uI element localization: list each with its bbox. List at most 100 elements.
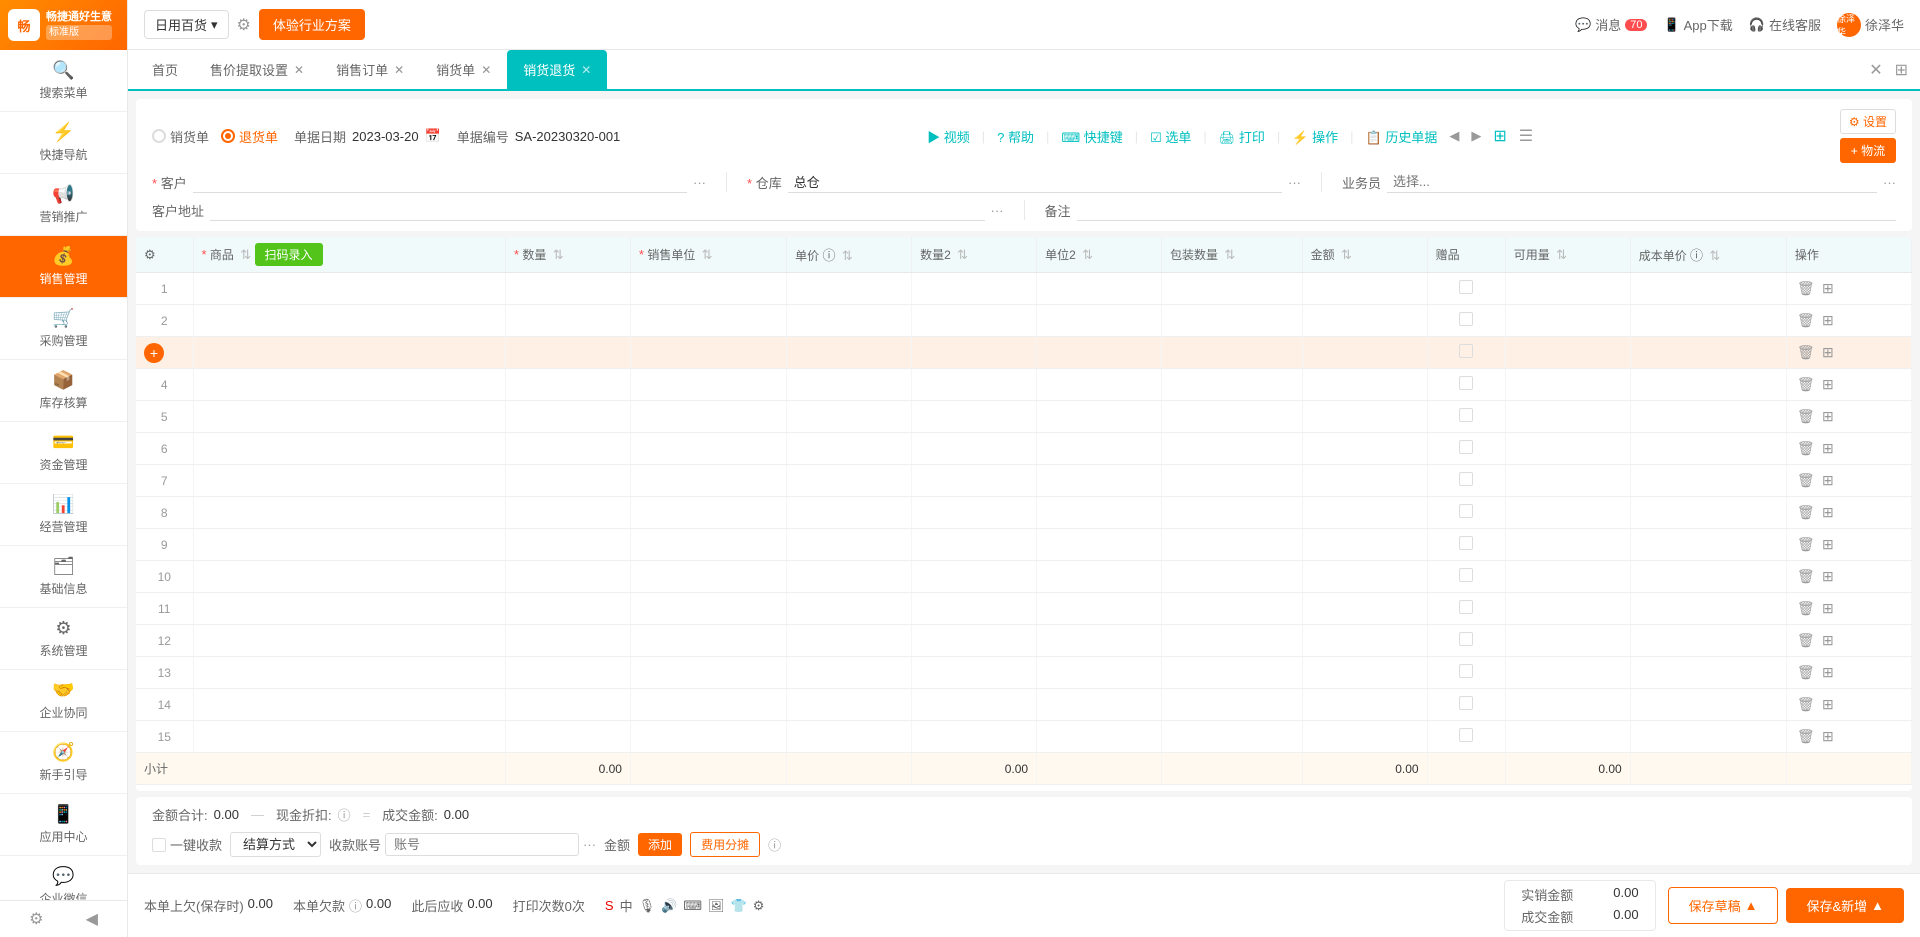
cost-cell-14[interactable] [1630, 689, 1786, 721]
pack-cell-2[interactable] [1162, 305, 1303, 337]
price-cell-7[interactable] [787, 465, 912, 497]
avail-cell-10[interactable] [1505, 561, 1630, 593]
gift-cell-15[interactable] [1427, 721, 1505, 753]
tab-price-setting[interactable]: 售价提取设置✕ [194, 50, 320, 91]
avail-cell-4[interactable] [1505, 369, 1630, 401]
topbar-gear-icon[interactable]: ⚙ [237, 15, 251, 35]
qty2-cell-5[interactable] [912, 401, 1037, 433]
amount-cell-15[interactable] [1302, 721, 1427, 753]
price-cell-5[interactable] [787, 401, 912, 433]
unit-cell-10[interactable] [630, 561, 786, 593]
price-cell-2[interactable] [787, 305, 912, 337]
avail-cell-15[interactable] [1505, 721, 1630, 753]
unit-cell-8[interactable] [630, 497, 786, 529]
copy-row-5[interactable]: ⊞ [1820, 406, 1836, 427]
sidebar-item-sales[interactable]: 💰销售管理 [0, 236, 127, 298]
product-cell-4[interactable] [193, 369, 505, 401]
unit2-cell-11[interactable] [1037, 593, 1162, 625]
price-cell-6[interactable] [787, 433, 912, 465]
qty-cell-7[interactable] [505, 465, 630, 497]
messages-button[interactable]: 💬 消息 70 [1575, 15, 1647, 34]
sidebar-settings-icon[interactable]: ⚙ [29, 909, 43, 929]
shirt-icon[interactable]: 👕 [731, 898, 747, 914]
cost-cell-15[interactable] [1630, 721, 1786, 753]
unit2-cell-2[interactable] [1037, 305, 1162, 337]
copy-row-13[interactable]: ⊞ [1820, 662, 1836, 683]
settings-button[interactable]: ⚙ 设置 [1840, 109, 1896, 134]
gift-cell-13[interactable] [1427, 657, 1505, 689]
product-cell-7[interactable] [193, 465, 505, 497]
avail-cell-13[interactable] [1505, 657, 1630, 689]
amount-cell-4[interactable] [1302, 369, 1427, 401]
sales-return-radio[interactable]: 退货单 [221, 127, 278, 146]
product-cell-3[interactable] [193, 337, 505, 369]
sidebar-item-business[interactable]: 📊经营管理 [0, 484, 127, 546]
video-action[interactable]: ▶ 视频 [927, 127, 970, 146]
keyboard-icon[interactable]: ⌨ [683, 898, 702, 914]
pack-cell-14[interactable] [1162, 689, 1303, 721]
avail-cell-3[interactable] [1505, 337, 1630, 369]
qty-cell-11[interactable] [505, 593, 630, 625]
qty-cell-4[interactable] [505, 369, 630, 401]
delete-row-4[interactable]: 🗑 [1795, 374, 1817, 395]
unit2-cell-4[interactable] [1037, 369, 1162, 401]
warehouse-input[interactable] [788, 171, 1282, 193]
copy-row-3[interactable]: ⊞ [1820, 342, 1836, 363]
logistics-button[interactable]: + 物流 [1840, 138, 1896, 163]
pack-cell-6[interactable] [1162, 433, 1303, 465]
tab-close-sales-return[interactable]: ✕ [581, 63, 591, 77]
qty-cell-3[interactable] [505, 337, 630, 369]
industry-select[interactable]: 日用百货 ▾ [144, 10, 229, 39]
unit-cell-2[interactable] [630, 305, 786, 337]
calendar-icon[interactable]: 📅 [425, 128, 441, 144]
cost-cell-6[interactable] [1630, 433, 1786, 465]
copy-row-4[interactable]: ⊞ [1820, 374, 1836, 395]
shortcut-action[interactable]: ⌨ 快捷键 [1061, 127, 1122, 146]
copy-row-14[interactable]: ⊞ [1820, 694, 1836, 715]
price-cell-14[interactable] [787, 689, 912, 721]
copy-row-9[interactable]: ⊞ [1820, 534, 1836, 555]
qty2-cell-4[interactable] [912, 369, 1037, 401]
extra-icon[interactable]: ⚙ [753, 898, 765, 914]
unit-cell-12[interactable] [630, 625, 786, 657]
sidebar-item-inventory[interactable]: 📦库存核算 [0, 360, 127, 422]
gift-cell-7[interactable] [1427, 465, 1505, 497]
delete-row-11[interactable]: 🗑 [1795, 598, 1817, 619]
tab-close-sales-order[interactable]: ✕ [394, 63, 404, 77]
unit2-cell-6[interactable] [1037, 433, 1162, 465]
copy-row-12[interactable]: ⊞ [1820, 630, 1836, 651]
pack-cell-7[interactable] [1162, 465, 1303, 497]
qty2-cell-9[interactable] [912, 529, 1037, 561]
sidebar-item-guide[interactable]: 🧭新手引导 [0, 732, 127, 794]
user-profile[interactable]: 徐泽华 徐泽华 [1837, 13, 1904, 37]
img-icon[interactable]: 🖼 [708, 898, 725, 914]
cost-cell-9[interactable] [1630, 529, 1786, 561]
amount-cell-3[interactable] [1302, 337, 1427, 369]
sort-qty-icon[interactable]: ⇅ [553, 247, 564, 262]
product-cell-6[interactable] [193, 433, 505, 465]
product-cell-5[interactable] [193, 401, 505, 433]
gift-cell-11[interactable] [1427, 593, 1505, 625]
delete-row-14[interactable]: 🗑 [1795, 694, 1817, 715]
gift-cell-8[interactable] [1427, 497, 1505, 529]
amount-cell-6[interactable] [1302, 433, 1427, 465]
save-draft-button[interactable]: 保存草稿 ▲ [1668, 887, 1779, 924]
address-input[interactable] [210, 199, 984, 221]
add-row-button[interactable]: + [144, 343, 164, 363]
cost-cell-3[interactable] [1630, 337, 1786, 369]
sort-pack-icon[interactable]: ⇅ [1224, 247, 1235, 262]
amount-cell-12[interactable] [1302, 625, 1427, 657]
delete-row-9[interactable]: 🗑 [1795, 534, 1817, 555]
gift-cell-1[interactable] [1427, 273, 1505, 305]
unit2-cell-9[interactable] [1037, 529, 1162, 561]
price-cell-15[interactable] [787, 721, 912, 753]
sort-unit2-icon[interactable]: ⇅ [1082, 247, 1093, 262]
cost-cell-8[interactable] [1630, 497, 1786, 529]
avail-cell-6[interactable] [1505, 433, 1630, 465]
gift-cell-3[interactable] [1427, 337, 1505, 369]
voice-icon[interactable]: 🔊 [661, 898, 677, 914]
unit-cell-7[interactable] [630, 465, 786, 497]
price-cell-8[interactable] [787, 497, 912, 529]
cost-cell-4[interactable] [1630, 369, 1786, 401]
qty-cell-6[interactable] [505, 433, 630, 465]
